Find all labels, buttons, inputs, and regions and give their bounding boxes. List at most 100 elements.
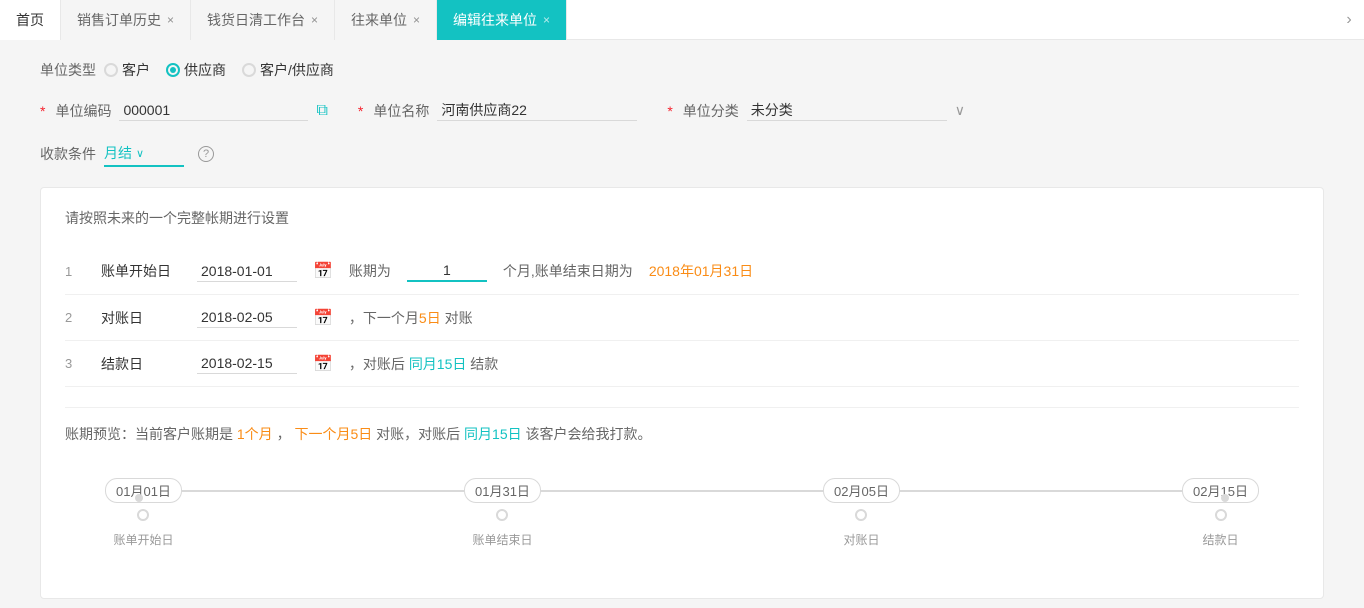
- tab-sales-label: 销售订单历史: [77, 10, 161, 30]
- payment-condition-value: 月结: [104, 143, 132, 163]
- payment-condition-select[interactable]: 月结 ∨: [104, 141, 184, 167]
- setting-row-2: 2 对账日 📅 ，下一个月5日 对账: [65, 295, 1299, 341]
- timeline-dot-1: [137, 509, 149, 521]
- tab-counterparty-label: 往来单位: [351, 10, 407, 30]
- row-num-2: 2: [65, 310, 85, 325]
- radio-supplier-label: 供应商: [184, 60, 226, 80]
- timeline-badge-3: 02月05日: [823, 478, 900, 503]
- radio-group-unit-type: 客户 供应商 客户/供应商: [104, 60, 334, 80]
- row-label-3: 结款日: [101, 354, 181, 374]
- timeline-node-4: 02月15日 结款日: [1182, 478, 1259, 548]
- tab-expand-button[interactable]: ›: [1334, 0, 1364, 40]
- timeline-container: 01月01日 账单开始日 01月31日 账单结束日 02月05日: [65, 468, 1299, 578]
- setting-row-1: 1 账单开始日 📅 账期为 个月,账单结束日期为 2018年01月31日: [65, 248, 1299, 295]
- unit-name-input[interactable]: [437, 100, 637, 121]
- unit-category-label: 单位分类: [683, 101, 739, 121]
- period-suffix: 个月,账单结束日期为: [503, 261, 633, 281]
- preview-part2: 下一个月5日: [294, 426, 372, 442]
- setting-row-3: 3 结款日 📅 ，对账后 同月15日 结款: [65, 341, 1299, 387]
- timeline-label-1: 账单开始日: [113, 531, 173, 548]
- timeline-label-4: 结款日: [1203, 531, 1239, 548]
- tab-cash-work[interactable]: 钱货日清工作台 ×: [191, 0, 335, 40]
- preview-label: 账期预览：当前客户账期是: [65, 426, 233, 442]
- tabs-bar: 首页 销售订单历史 × 钱货日清工作台 × 往来单位 × 编辑往来单位 × ›: [0, 0, 1364, 40]
- timeline-label-2: 账单结束日: [472, 531, 532, 548]
- tab-cash-label: 钱货日清工作台: [207, 10, 305, 30]
- payment-condition-field: 收款条件 月结 ∨ ?: [40, 141, 214, 167]
- unit-type-row: 单位类型 客户 供应商 客户/供应商: [40, 60, 1324, 80]
- payment-date-calendar-icon[interactable]: 📅: [313, 354, 333, 374]
- period-input[interactable]: [407, 260, 487, 282]
- payment-desc: ，对账后 同月15日 结款: [349, 354, 498, 374]
- radio-customer-label: 客户: [122, 60, 150, 80]
- tab-edit-label: 编辑往来单位: [453, 10, 537, 30]
- payment-condition-row: 收款条件 月结 ∨ ?: [40, 141, 1324, 167]
- radio-both-label: 客户/供应商: [260, 60, 334, 80]
- timeline-left-end: [135, 494, 143, 502]
- reconcile-day-highlight: 5日: [419, 310, 441, 326]
- tab-counterparty[interactable]: 往来单位 ×: [335, 0, 437, 40]
- unit-code-label: 单位编码: [55, 101, 111, 121]
- tab-sales-close-icon[interactable]: ×: [167, 13, 174, 27]
- row-label-2: 对账日: [101, 308, 181, 328]
- reconcile-date-input[interactable]: [197, 307, 297, 328]
- tab-cash-close-icon[interactable]: ×: [311, 13, 318, 27]
- unit-name-label: 单位名称: [373, 101, 429, 121]
- timeline-dot-3: [855, 509, 867, 521]
- timeline-badge-2: 01月31日: [464, 478, 541, 503]
- payment-condition-label: 收款条件: [40, 144, 96, 164]
- card-hint: 请按照未来的一个完整帐期进行设置: [65, 208, 1299, 228]
- start-date-calendar-icon[interactable]: 📅: [313, 261, 333, 281]
- tab-sales-order-history[interactable]: 销售订单历史 ×: [61, 0, 191, 40]
- radio-supplier[interactable]: 供应商: [166, 60, 226, 80]
- tab-counterparty-close-icon[interactable]: ×: [413, 13, 420, 27]
- unit-code-star: *: [40, 103, 45, 119]
- content-area: 单位类型 客户 供应商 客户/供应商: [0, 40, 1364, 608]
- tab-home-label: 首页: [16, 10, 44, 30]
- timeline-dot-2: [496, 509, 508, 521]
- tab-edit-counterparty[interactable]: 编辑往来单位 ×: [437, 0, 567, 40]
- payment-date-input[interactable]: [197, 353, 297, 374]
- row-num-3: 3: [65, 356, 85, 371]
- preview-part1-suffix: ，: [277, 426, 291, 442]
- preview-part3-suffix: 该客户会给我打款。: [526, 426, 652, 442]
- timeline-right-end: [1221, 494, 1229, 502]
- reconcile-date-calendar-icon[interactable]: 📅: [313, 308, 333, 328]
- preview-section: 账期预览：当前客户账期是 1个月 ， 下一个月5日 对账，对账后 同月15日 该…: [65, 407, 1299, 578]
- unit-name-field: * 单位名称: [358, 100, 637, 121]
- preview-text: 账期预览：当前客户账期是 1个月 ， 下一个月5日 对账，对账后 同月15日 该…: [65, 424, 1299, 444]
- code-name-category-row: * 单位编码 ⧉ * 单位名称 * 单位分类 ∨: [40, 100, 1324, 121]
- unit-code-input[interactable]: [119, 100, 308, 121]
- tab-edit-close-icon[interactable]: ×: [543, 13, 550, 27]
- radio-both-circle: [242, 63, 256, 77]
- radio-both[interactable]: 客户/供应商: [242, 60, 334, 80]
- unit-type-label: 单位类型: [40, 60, 96, 80]
- start-date-input[interactable]: [197, 261, 297, 282]
- unit-category-input[interactable]: [747, 100, 947, 121]
- preview-part1: 1个月: [237, 426, 273, 442]
- end-date-highlight: 2018年01月31日: [649, 261, 753, 281]
- unit-category-dropdown-icon[interactable]: ∨: [955, 102, 965, 119]
- unit-code-copy-icon[interactable]: ⧉: [316, 102, 327, 120]
- radio-customer[interactable]: 客户: [104, 60, 150, 80]
- condition-dropdown-icon[interactable]: ∨: [136, 147, 144, 160]
- timeline-nodes: 01月01日 账单开始日 01月31日 账单结束日 02月05日: [105, 478, 1259, 548]
- preview-part3: 同月15日: [464, 426, 522, 442]
- payment-condition-help-icon[interactable]: ?: [198, 146, 214, 162]
- unit-code-field: * 单位编码 ⧉: [40, 100, 328, 121]
- row-label-1: 账单开始日: [101, 261, 181, 281]
- timeline-badge-1: 01月01日: [105, 478, 182, 503]
- tab-home[interactable]: 首页: [0, 0, 61, 40]
- row-num-1: 1: [65, 264, 85, 279]
- unit-category-star: *: [667, 103, 672, 119]
- radio-supplier-circle: [166, 63, 180, 77]
- period-prefix: 账期为: [349, 261, 391, 281]
- timeline-node-3: 02月05日 对账日: [823, 478, 900, 548]
- unit-name-star: *: [358, 103, 363, 119]
- timeline-right-dot: [1221, 494, 1229, 502]
- radio-customer-circle: [104, 63, 118, 77]
- timeline-node-1: 01月01日 账单开始日: [105, 478, 182, 548]
- payment-day-highlight: 同月15日: [409, 356, 467, 372]
- unit-type-field: 单位类型 客户 供应商 客户/供应商: [40, 60, 334, 80]
- timeline-node-2: 01月31日 账单结束日: [464, 478, 541, 548]
